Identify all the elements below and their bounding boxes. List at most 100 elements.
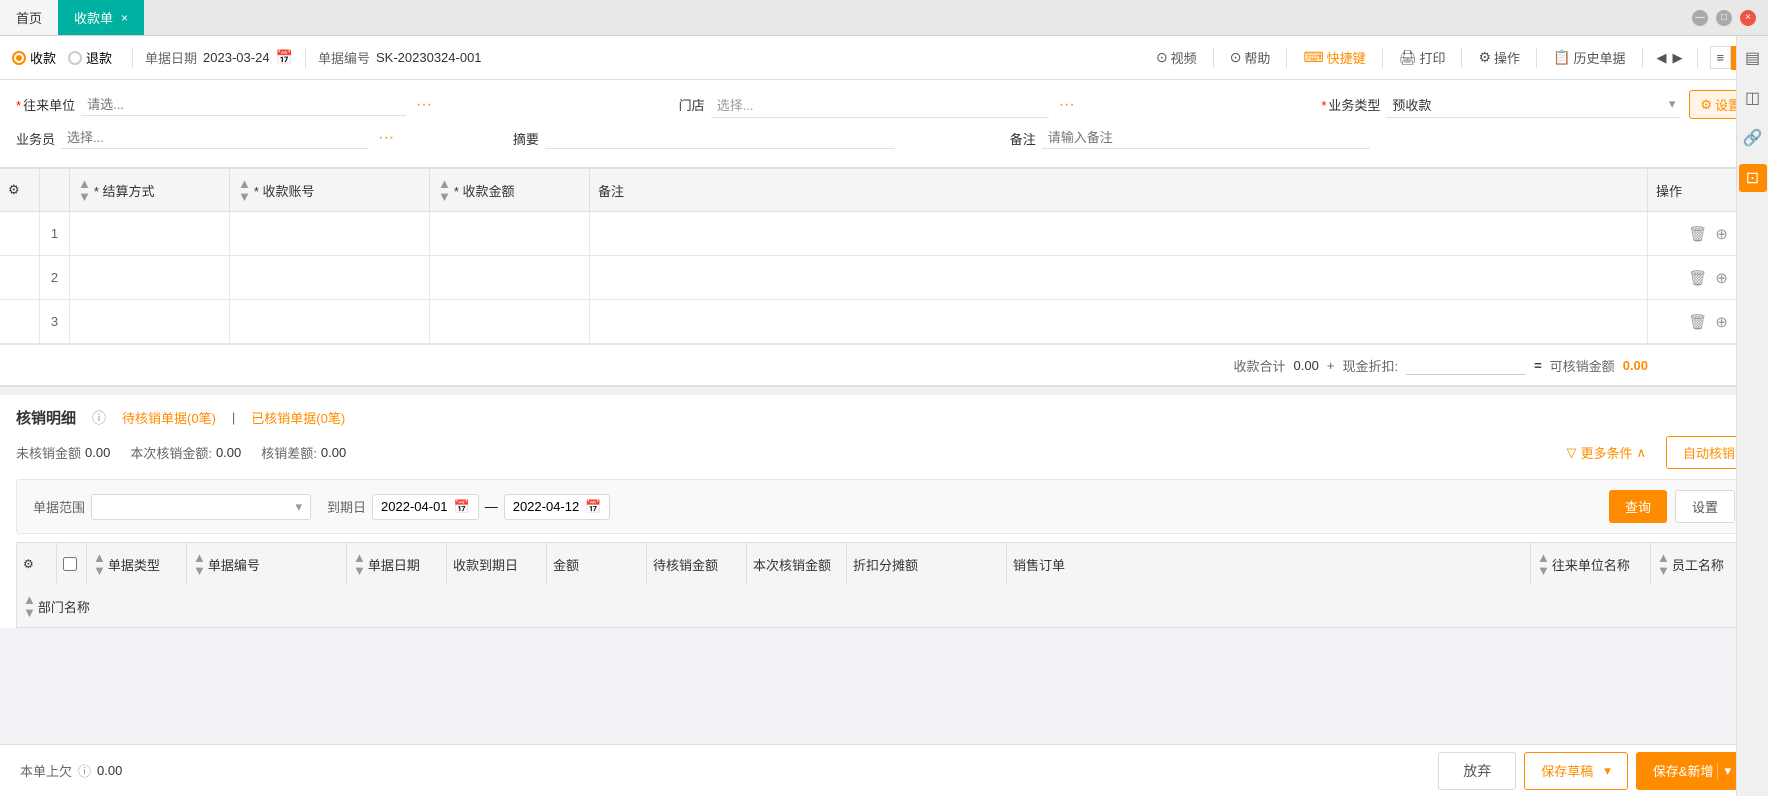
td-amount-3[interactable]	[430, 300, 590, 343]
info-icon[interactable]: ⓘ	[78, 761, 91, 780]
copy-row-2-icon[interactable]: ⊕	[1715, 269, 1728, 287]
td-payment-2[interactable]	[70, 256, 230, 299]
save-draft-button[interactable]: 保存草稿 ▾	[1524, 752, 1628, 790]
store-select[interactable]: 选择...	[711, 92, 1049, 118]
form-row-1: *往来单位 ··· 门店 选择... ··· *业务类型 预收款 ▾	[16, 90, 1752, 119]
td-account-3[interactable]	[230, 300, 430, 343]
range-arrow-icon: ▾	[295, 499, 302, 515]
query-button[interactable]: 查询	[1609, 490, 1667, 523]
td-amount-2[interactable]	[430, 256, 590, 299]
select-all-checkbox[interactable]	[63, 557, 77, 571]
save-draft-label: 保存草稿	[1541, 761, 1593, 780]
tab-sep: |	[232, 410, 235, 425]
td-settings-2	[0, 256, 40, 299]
sidebar-link-icon[interactable]: 🔗	[1739, 124, 1767, 152]
help-btn[interactable]: ⊙ 帮助	[1226, 46, 1275, 69]
td-account-2[interactable]	[230, 256, 430, 299]
store-more-icon[interactable]: ···	[1055, 96, 1079, 114]
remark-label: 备注	[1010, 129, 1036, 148]
date-to-input[interactable]: 2022-04-12 📅	[504, 494, 611, 520]
verify-info-icon[interactable]: ⓘ	[92, 408, 106, 428]
td-remark-1[interactable]	[590, 212, 1648, 255]
video-btn[interactable]: ⊙ 视频	[1152, 46, 1201, 69]
verify-header: 核销明细 ⓘ 待核销单据(0笔) | 已核销单据(0笔)	[16, 407, 1752, 428]
td-remark-2[interactable]	[590, 256, 1648, 299]
staff-field: 业务员 ···	[16, 127, 398, 149]
view-list-btn[interactable]: ≡	[1710, 46, 1732, 69]
calendar-icon[interactable]: 📅	[276, 49, 293, 66]
tab-close-icon[interactable]: ×	[121, 11, 128, 25]
chevron-up-icon: ∧	[1636, 445, 1646, 461]
verify-label: 可核销金额	[1550, 356, 1615, 375]
receipt-radio[interactable]: 收款	[12, 48, 56, 67]
shortcut-btn[interactable]: ⌨ 快捷键	[1299, 46, 1369, 69]
window-close[interactable]: ×	[1740, 10, 1756, 26]
sub-th-checkbox[interactable]	[57, 543, 87, 585]
copy-row-3-icon[interactable]: ⊕	[1715, 313, 1728, 331]
bottom-info: 本单上欠 ⓘ 0.00	[20, 761, 122, 780]
right-sidebar: ▤ ◫ 🔗 ⊡	[1736, 36, 1768, 796]
remark-input[interactable]	[1042, 127, 1370, 149]
refund-radio[interactable]: 退款	[68, 48, 112, 67]
total-value: 0.00	[1294, 358, 1319, 373]
sidebar-expand-icon[interactable]: ⊡	[1739, 164, 1767, 192]
partner-more-icon[interactable]: ···	[412, 96, 436, 114]
window-minimize[interactable]: —	[1692, 10, 1708, 26]
save-new-button[interactable]: 保存&新增 ▾	[1636, 752, 1748, 790]
delete-row-1-icon[interactable]: 🗑	[1688, 225, 1707, 243]
tab-home[interactable]: 首页	[0, 0, 58, 35]
pending-tab[interactable]: 待核销单据(0笔)	[122, 408, 216, 427]
td-remark-3[interactable]	[590, 300, 1648, 343]
td-payment-1[interactable]	[70, 212, 230, 255]
summary-row: 收款合计 0.00 + 现金折扣: = 可核销金额 0.00	[0, 344, 1768, 387]
tab-receipt-label: 收款单	[74, 8, 113, 27]
history-btn[interactable]: 📋 历史单据	[1549, 46, 1629, 69]
save-draft-arrow[interactable]: ▾	[1597, 763, 1611, 779]
abandon-button[interactable]: 放弃	[1438, 752, 1516, 790]
print-btn[interactable]: 🖨 打印	[1395, 46, 1450, 69]
range-select[interactable]: ▾	[91, 494, 311, 520]
sub-th-settings[interactable]: ⚙	[17, 543, 57, 585]
staff-input[interactable]	[61, 127, 368, 149]
partner-input[interactable]	[81, 94, 406, 116]
more-conditions-label: 更多条件	[1580, 443, 1632, 462]
filter-settings-button[interactable]: 设置	[1675, 490, 1735, 523]
staff-more-icon[interactable]: ···	[374, 129, 398, 147]
discount-input[interactable]	[1406, 355, 1526, 375]
calendar-to-icon[interactable]: 📅	[585, 499, 601, 515]
refund-radio-dot	[68, 51, 82, 65]
copy-row-1-icon[interactable]: ⊕	[1715, 225, 1728, 243]
delete-row-3-icon[interactable]: 🗑	[1688, 313, 1707, 331]
action-btn[interactable]: ⚙ 操作	[1474, 46, 1524, 69]
nav-prev[interactable]: ◀	[1655, 48, 1669, 68]
diff-label: 核销差额:	[261, 443, 317, 462]
filter-icon: ▽	[1566, 445, 1576, 461]
diff-value: 0.00	[321, 445, 346, 460]
delete-row-2-icon[interactable]: 🗑	[1688, 269, 1707, 287]
done-tab[interactable]: 已核销单据(0笔)	[251, 408, 345, 427]
summary-input[interactable]	[545, 127, 895, 149]
more-conditions[interactable]: ▽ 更多条件 ∧	[1566, 443, 1646, 462]
calendar-from-icon[interactable]: 📅	[454, 499, 470, 515]
th-payment: ▲▼ * 结算方式	[70, 169, 230, 211]
td-account-1[interactable]	[230, 212, 430, 255]
td-rownum-3: 3	[40, 300, 70, 343]
bottom-bar: 本单上欠 ⓘ 0.00 放弃 保存草稿 ▾ 保存&新增 ▾	[0, 744, 1768, 796]
partner-field: *往来单位 ···	[16, 94, 436, 116]
td-amount-1[interactable]	[430, 212, 590, 255]
th-settings[interactable]: ⚙	[0, 169, 40, 211]
td-payment-3[interactable]	[70, 300, 230, 343]
biztype-select[interactable]: 预收款 ▾	[1386, 92, 1681, 118]
window-maximize[interactable]: □	[1716, 10, 1732, 26]
date-from-input[interactable]: 2022-04-01 📅	[372, 494, 479, 520]
number-value: SK-20230324-001	[376, 50, 482, 65]
sidebar-table-icon[interactable]: ▤	[1739, 44, 1767, 72]
nav-next[interactable]: ▶	[1671, 48, 1685, 68]
save-new-arrow[interactable]: ▾	[1717, 763, 1731, 779]
date-range-sep: —	[485, 499, 498, 514]
sep7	[1536, 48, 1537, 68]
sidebar-layout-icon[interactable]: ◫	[1739, 84, 1767, 112]
tab-receipt[interactable]: 收款单 ×	[58, 0, 144, 35]
video-label: 视频	[1171, 48, 1197, 67]
remark-col-label: 备注	[598, 181, 624, 200]
